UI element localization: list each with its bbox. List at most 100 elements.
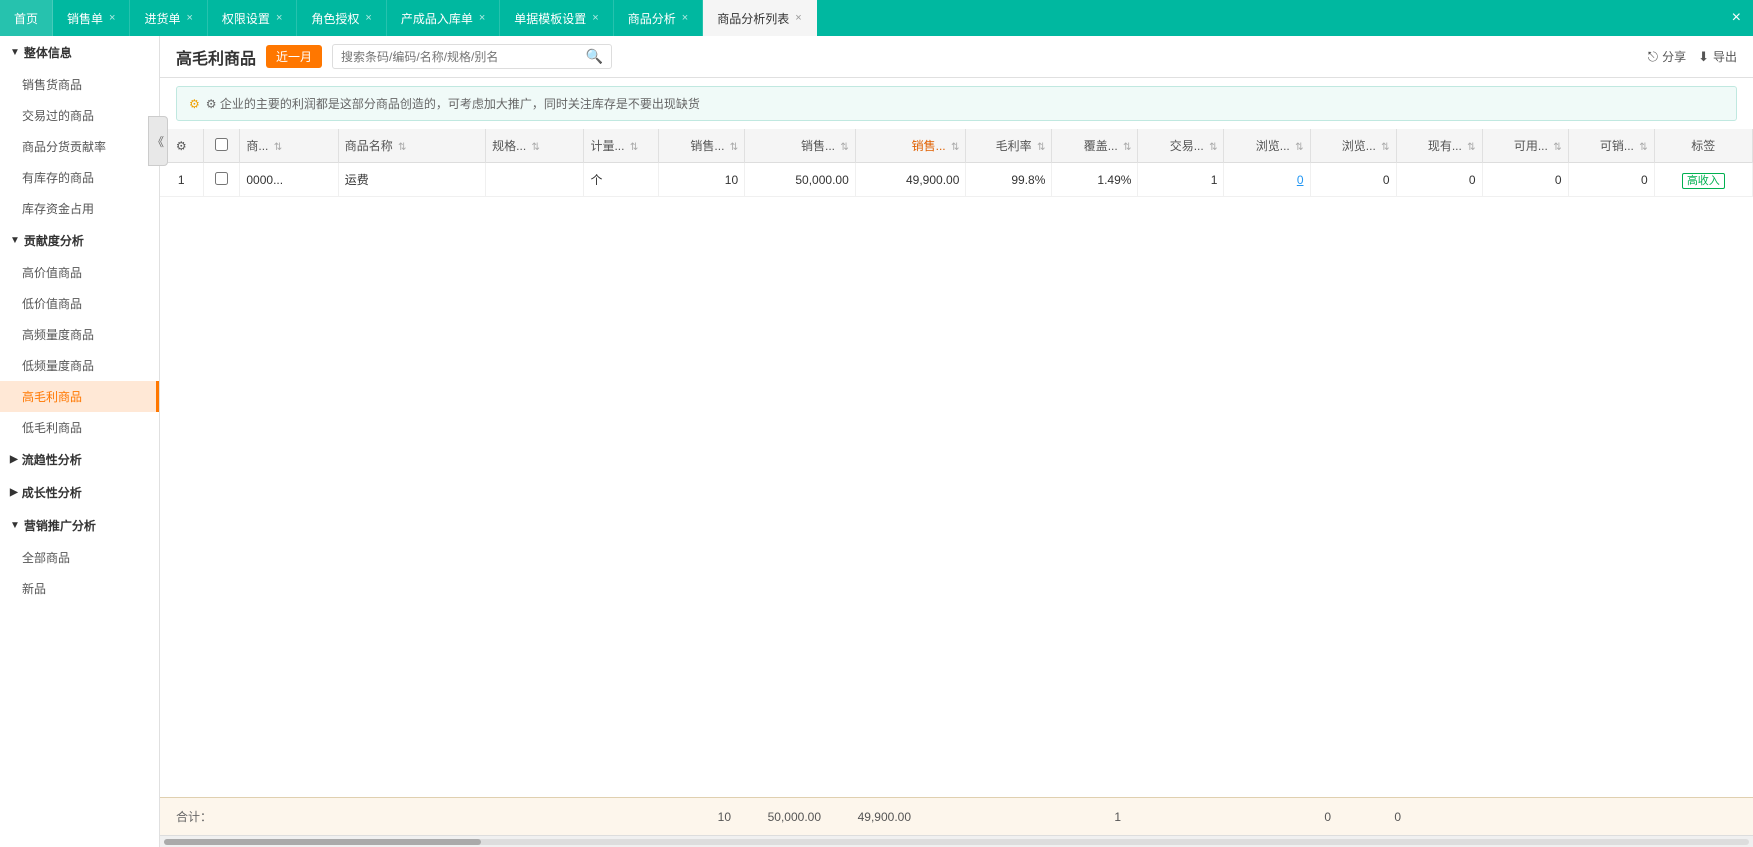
sidebar-group-marketing[interactable]: ▼ 营销推广分析 [0, 509, 159, 542]
close-template-icon[interactable]: × [592, 12, 598, 24]
close-permission-icon[interactable]: × [276, 12, 282, 24]
table-footer: 合计： 10 50,000.00 49,900.00 1 0 [160, 797, 1753, 835]
sort-current-stock-icon: ⇅ [1467, 142, 1475, 153]
nav-template[interactable]: 单据模板设置 × [500, 0, 613, 36]
th-check[interactable] [203, 129, 240, 163]
sort-name-icon: ⇅ [398, 142, 406, 153]
sidebar-group-value-analysis[interactable]: ▼ 贡献度分析 [0, 224, 159, 257]
nav-permission[interactable]: 权限设置 × [208, 0, 297, 36]
nav-goods-analysis[interactable]: 商品分析 × [614, 0, 703, 36]
sidebar-item-sales-goods[interactable]: 销售货商品 [0, 69, 159, 100]
td-coverage: 1.49% [1052, 163, 1138, 197]
sidebar: ▼ 整体信息 销售货商品 交易过的商品 商品分货贡献率 有库存的商品 库存资金占… [0, 36, 160, 847]
arrow-value: ▼ [10, 235, 20, 246]
th-salable[interactable]: 可销... ⇅ [1568, 129, 1654, 163]
td-browse1[interactable]: 0 [1224, 163, 1310, 197]
sidebar-group-overall[interactable]: ▼ 整体信息 [0, 36, 159, 69]
goods-table: ⚙ 商... ⇅ 商品名称 ⇅ [160, 129, 1753, 197]
sidebar-item-in-stock-goods[interactable]: 有库存的商品 [0, 162, 159, 193]
sidebar-group-overall-items: 销售货商品 交易过的商品 商品分货贡献率 有库存的商品 库存资金占用 [0, 69, 159, 224]
close-role-icon[interactable]: × [365, 12, 371, 24]
footer-sales-amt: 50,000.00 [731, 810, 821, 824]
filter-period-button[interactable]: 近一月 [266, 45, 322, 68]
close-sales-icon[interactable]: × [109, 12, 115, 24]
footer-available: 0 [1331, 810, 1401, 824]
footer-label: 合计： [176, 808, 256, 825]
td-gross-margin: 99.8% [966, 163, 1052, 197]
th-current-stock[interactable]: 现有... ⇅ [1396, 129, 1482, 163]
td-tag: 高收入 [1654, 163, 1752, 197]
th-gross-margin[interactable]: 毛利率 ⇅ [966, 129, 1052, 163]
sidebar-item-all-goods[interactable]: 全部商品 [0, 542, 159, 573]
nav-purchase[interactable]: 进货单 × [130, 0, 207, 36]
nav-home[interactable]: 首页 [0, 0, 53, 36]
th-sales-qty[interactable]: 销售... ⇅ [659, 129, 745, 163]
sidebar-group-value-items: 高价值商品 低价值商品 高频量度商品 低频量度商品 高毛利商品 低毛利商品 [0, 257, 159, 443]
th-trade-count[interactable]: 交易... ⇅ [1138, 129, 1224, 163]
sidebar-group-trend[interactable]: ▶ 流趋性分析 [0, 443, 159, 476]
sidebar-item-new-goods[interactable]: 新品 [0, 573, 159, 604]
td-num: 1 [160, 163, 203, 197]
sidebar-item-low-margin[interactable]: 低毛利商品 [0, 412, 159, 443]
scroll-thumb[interactable] [164, 839, 481, 845]
td-check[interactable] [203, 163, 240, 197]
sidebar-item-low-value[interactable]: 低价值商品 [0, 288, 159, 319]
th-sales-amt[interactable]: 销售... ⇅ [745, 129, 856, 163]
close-goods-analysis-icon[interactable]: × [682, 12, 688, 24]
nav-product-in[interactable]: 产成品入库单 × [387, 0, 500, 36]
info-icon: ⚙ [189, 97, 200, 111]
export-button[interactable]: ⬇ 导出 [1698, 48, 1737, 65]
th-browse1[interactable]: 浏览... ⇅ [1224, 129, 1310, 163]
footer-current-stock: 0 [1261, 810, 1331, 824]
table-header-row: ⚙ 商... ⇅ 商品名称 ⇅ [160, 129, 1753, 163]
arrow-growth: ▶ [10, 487, 18, 498]
th-tag[interactable]: 标签 [1654, 129, 1752, 163]
th-spec[interactable]: 规格... ⇅ [486, 129, 584, 163]
sort-browse2-icon: ⇅ [1381, 142, 1389, 153]
sort-salable-icon: ⇅ [1639, 142, 1647, 153]
content-area: 高毛利商品 近一月 🔍 ⎋ 分享 ⬇ 导出 [160, 36, 1753, 847]
sidebar-item-high-value[interactable]: 高价值商品 [0, 257, 159, 288]
sidebar-collapse-button[interactable]: 《 [148, 116, 168, 166]
th-sales-profit[interactable]: 销售... ⇅ [855, 129, 966, 163]
nav-sales[interactable]: 销售单 × [53, 0, 130, 36]
sort-gross-margin-icon: ⇅ [1037, 142, 1045, 153]
sidebar-group-marketing-items: 全部商品 新品 [0, 542, 159, 604]
th-unit[interactable]: 计量... ⇅ [584, 129, 659, 163]
td-current-stock: 0 [1396, 163, 1482, 197]
td-name: 运费 [338, 163, 485, 197]
table-row: 1 0000... 运费 [160, 163, 1753, 197]
sidebar-item-stock-capital[interactable]: 库存资金占用 [0, 193, 159, 224]
th-name[interactable]: 商品名称 ⇅ [338, 129, 485, 163]
share-button[interactable]: ⎋ 分享 [1648, 48, 1686, 65]
sidebar-group-growth[interactable]: ▶ 成长性分析 [0, 476, 159, 509]
sort-spec-icon: ⇅ [532, 142, 540, 153]
sidebar-item-traded-goods[interactable]: 交易过的商品 [0, 100, 159, 131]
sidebar-item-low-freq[interactable]: 低频量度商品 [0, 350, 159, 381]
search-input[interactable] [341, 50, 586, 64]
nav-role[interactable]: 角色授权 × [297, 0, 386, 36]
sidebar-item-goods-contrib[interactable]: 商品分货贡献率 [0, 131, 159, 162]
close-purchase-icon[interactable]: × [186, 12, 192, 24]
close-goods-analysis-list-icon[interactable]: × [795, 12, 801, 24]
horizontal-scrollbar[interactable] [160, 835, 1753, 847]
sidebar-item-high-freq[interactable]: 高频量度商品 [0, 319, 159, 350]
close-product-in-icon[interactable]: × [479, 12, 485, 24]
search-icon[interactable]: 🔍 [586, 48, 603, 65]
sort-browse1-icon: ⇅ [1295, 142, 1303, 153]
th-browse2[interactable]: 浏览... ⇅ [1310, 129, 1396, 163]
nav-goods-analysis-list[interactable]: 商品分析列表 × [703, 0, 816, 36]
window-close-button[interactable]: × [1720, 0, 1753, 36]
scroll-track[interactable] [164, 839, 1749, 845]
sidebar-item-high-margin[interactable]: 高毛利商品 [0, 381, 159, 412]
page-title: 高毛利商品 [176, 45, 256, 69]
sort-sku-icon: ⇅ [274, 142, 282, 153]
th-sku[interactable]: 商... ⇅ [240, 129, 338, 163]
th-available[interactable]: 可用... ⇅ [1482, 129, 1568, 163]
td-sales-profit: 49,900.00 [855, 163, 966, 197]
row-checkbox[interactable] [215, 172, 228, 185]
select-all-checkbox[interactable] [215, 138, 228, 151]
td-browse2: 0 [1310, 163, 1396, 197]
th-coverage[interactable]: 覆盖... ⇅ [1052, 129, 1138, 163]
td-sales-amt: 50,000.00 [745, 163, 856, 197]
